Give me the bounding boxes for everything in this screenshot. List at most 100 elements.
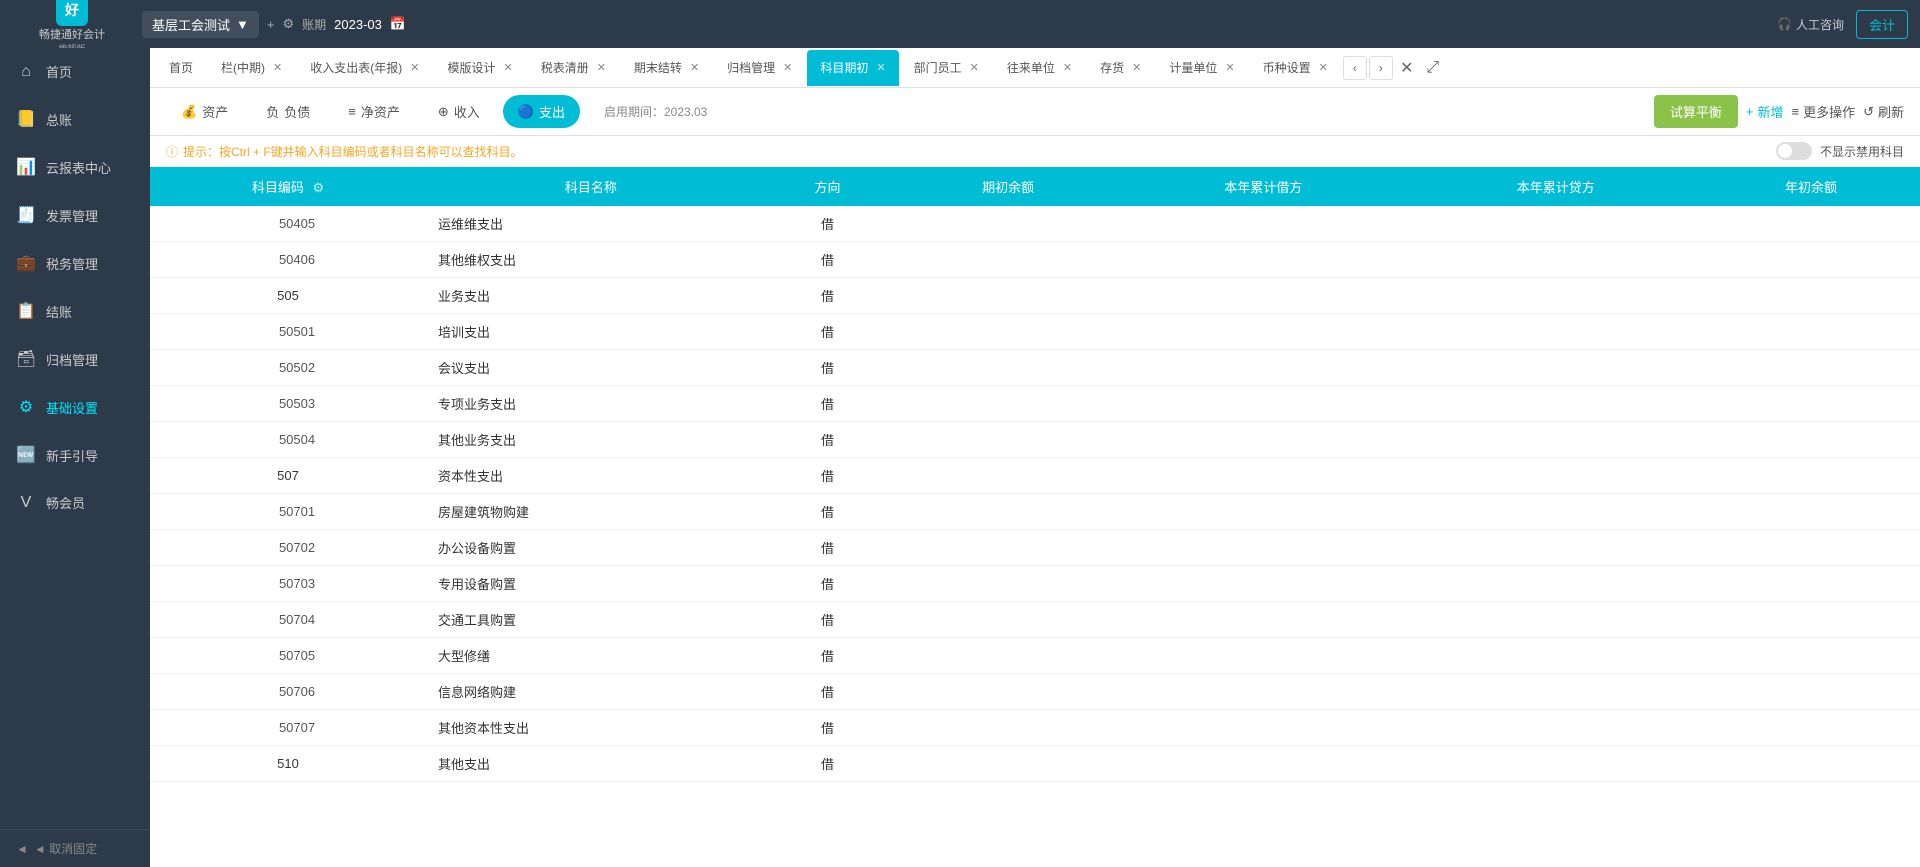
tab-label-period-carry: 期末结转 bbox=[634, 59, 682, 76]
tab-close-period-carry[interactable]: ✕ bbox=[690, 61, 699, 74]
headset-icon: 🎧 bbox=[1777, 17, 1792, 31]
sub-tab-asset[interactable]: 💰 资产 bbox=[166, 95, 243, 128]
tab-close-all-button[interactable]: ✕ bbox=[1395, 56, 1419, 80]
sidebar-item-settings[interactable]: ⚙ 基础设置 bbox=[0, 383, 150, 431]
table-row[interactable]: 50703专用设备购置借 bbox=[150, 566, 1920, 602]
expense-icon: 🔵 bbox=[518, 104, 534, 120]
add-button[interactable]: + 新增 bbox=[1746, 102, 1784, 121]
tab-inventory[interactable]: 存货 ✕ bbox=[1087, 50, 1154, 86]
sub-tab-net-asset[interactable]: ≡ 净资产 bbox=[333, 95, 415, 128]
period-label: 账期 bbox=[302, 16, 326, 33]
tab-close-midterm[interactable]: ✕ bbox=[273, 61, 282, 74]
table-row[interactable]: 50706信息网络购建借 bbox=[150, 674, 1920, 710]
sidebar-item-checkout[interactable]: 📋 结账 bbox=[0, 287, 150, 335]
cell-year-opening bbox=[1702, 674, 1920, 710]
cell-ytd-debit bbox=[1117, 602, 1409, 638]
tab-expand-button[interactable]: ⤢ bbox=[1421, 56, 1445, 80]
col-settings-icon[interactable]: ⚙ bbox=[313, 180, 325, 196]
sub-tab-liability[interactable]: 负 负债 bbox=[251, 95, 325, 128]
tab-close-subject-init[interactable]: ✕ bbox=[876, 61, 885, 74]
tab-close-unit[interactable]: ✕ bbox=[1225, 61, 1234, 74]
cell-code: 505 bbox=[150, 278, 426, 314]
home-icon: ⌂ bbox=[16, 63, 36, 81]
tab-close-template[interactable]: ✕ bbox=[503, 61, 512, 74]
tab-tax-form[interactable]: 税表清册 ✕ bbox=[528, 50, 619, 86]
cell-ytd-credit bbox=[1410, 278, 1702, 314]
tab-annual-report[interactable]: 收入支出表(年报) ✕ bbox=[297, 50, 432, 86]
calc-balance-button[interactable]: 试算平衡 bbox=[1654, 95, 1738, 128]
refresh-button[interactable]: ↺ 刷新 bbox=[1863, 102, 1904, 121]
tab-period-carry[interactable]: 期末结转 ✕ bbox=[621, 50, 712, 86]
cell-opening-balance bbox=[899, 638, 1117, 674]
cell-year-opening bbox=[1702, 530, 1920, 566]
net-asset-icon: ≡ bbox=[348, 104, 356, 119]
tab-close-tax-form[interactable]: ✕ bbox=[597, 61, 606, 74]
table-row[interactable]: 50503专项业务支出借 bbox=[150, 386, 1920, 422]
table-row[interactable]: 507资本性支出借 bbox=[150, 458, 1920, 494]
table-row[interactable]: 510其他支出借 bbox=[150, 746, 1920, 782]
tab-currency[interactable]: 币种设置 ✕ bbox=[1250, 50, 1341, 86]
tab-unit[interactable]: 计量单位 ✕ bbox=[1156, 50, 1247, 86]
add-project-icon[interactable]: + bbox=[267, 17, 275, 32]
tab-close-dept-staff[interactable]: ✕ bbox=[970, 61, 979, 74]
sidebar-item-archive[interactable]: 🗃 归档管理 bbox=[0, 335, 150, 383]
tab-label-subject-init: 科目期初 bbox=[820, 59, 868, 76]
tab-template[interactable]: 模版设计 ✕ bbox=[434, 50, 525, 86]
table-row[interactable]: 50701房屋建筑物购建借 bbox=[150, 494, 1920, 530]
sidebar: ⌂ 首页 📒 总账 📊 云报表中心 🧾 发票管理 💼 税务管理 📋 结账 🗃 归… bbox=[0, 48, 150, 867]
tab-nav-prev[interactable]: ‹ bbox=[1343, 56, 1367, 80]
more-actions-button[interactable]: ≡ 更多操作 bbox=[1791, 102, 1855, 121]
table-row[interactable]: 50405运维维支出借 bbox=[150, 206, 1920, 242]
sidebar-item-tax[interactable]: 💼 税务管理 bbox=[0, 239, 150, 287]
support-button[interactable]: 🎧 人工咨询 bbox=[1777, 16, 1844, 33]
sidebar-item-guide[interactable]: 🆕 新手引导 bbox=[0, 431, 150, 479]
sidebar-item-invoice[interactable]: 🧾 发票管理 bbox=[0, 191, 150, 239]
sidebar-item-home[interactable]: ⌂ 首页 bbox=[0, 48, 150, 95]
account-button[interactable]: 会计 bbox=[1856, 10, 1908, 39]
toggle-area[interactable]: 不显示禁用科目 bbox=[1776, 142, 1904, 160]
tab-close-archive[interactable]: ✕ bbox=[783, 61, 792, 74]
tab-close-annual-report[interactable]: ✕ bbox=[410, 61, 419, 74]
table-row[interactable]: 50707其他资本性支出借 bbox=[150, 710, 1920, 746]
project-selector[interactable]: 基层工会测试 ▼ bbox=[142, 11, 259, 38]
tab-subject-init[interactable]: 科目期初 ✕ bbox=[807, 50, 898, 86]
sidebar-item-report[interactable]: 📊 云报表中心 bbox=[0, 143, 150, 191]
tab-close-inventory[interactable]: ✕ bbox=[1132, 61, 1141, 74]
cell-year-opening bbox=[1702, 206, 1920, 242]
table-row[interactable]: 50704交通工具购置借 bbox=[150, 602, 1920, 638]
cell-code: 50704 bbox=[150, 602, 426, 638]
tab-home[interactable]: 首页 bbox=[156, 50, 206, 86]
tab-midterm[interactable]: 栏(中期) ✕ bbox=[208, 50, 295, 86]
col-opening-balance: 期初余额 bbox=[899, 167, 1117, 206]
tab-nav-next[interactable]: › bbox=[1369, 56, 1393, 80]
sub-tab-expense[interactable]: 🔵 支出 bbox=[503, 95, 580, 128]
table-row[interactable]: 50702办公设备购置借 bbox=[150, 530, 1920, 566]
settings-icon[interactable]: ⚙ bbox=[282, 16, 294, 32]
tab-partner[interactable]: 往来单位 ✕ bbox=[994, 50, 1085, 86]
action-area: 试算平衡 + 新增 ≡ 更多操作 ↺ 刷新 bbox=[1654, 95, 1904, 128]
sidebar-item-member[interactable]: V 畅会员 bbox=[0, 479, 150, 526]
calendar-icon[interactable]: 📅 bbox=[390, 16, 406, 32]
sub-tab-label-expense: 支出 bbox=[539, 102, 565, 121]
table-row[interactable]: 50406其他维权支出借 bbox=[150, 242, 1920, 278]
cell-code: 50406 bbox=[150, 242, 426, 278]
add-label: 新增 bbox=[1757, 102, 1783, 121]
sub-tab-income[interactable]: ⊕ 收入 bbox=[423, 95, 495, 128]
support-label: 人工咨询 bbox=[1796, 16, 1844, 33]
sidebar-collapse-button[interactable]: ◄ ◄ 取消固定 bbox=[0, 829, 150, 867]
tab-dept-staff[interactable]: 部门员工 ✕ bbox=[901, 50, 992, 86]
tab-close-currency[interactable]: ✕ bbox=[1319, 61, 1328, 74]
table-row[interactable]: 505业务支出借 bbox=[150, 278, 1920, 314]
disabled-subject-toggle[interactable] bbox=[1776, 142, 1812, 160]
tab-archive[interactable]: 归档管理 ✕ bbox=[714, 50, 805, 86]
cell-opening-balance bbox=[899, 602, 1117, 638]
cell-ytd-credit bbox=[1410, 422, 1702, 458]
cell-code: 50701 bbox=[150, 494, 426, 530]
table-row[interactable]: 50705大型修缮借 bbox=[150, 638, 1920, 674]
table-row[interactable]: 50502会议支出借 bbox=[150, 350, 1920, 386]
table-row[interactable]: 50504其他业务支出借 bbox=[150, 422, 1920, 458]
tab-close-partner[interactable]: ✕ bbox=[1063, 61, 1072, 74]
sidebar-item-ledger[interactable]: 📒 总账 bbox=[0, 95, 150, 143]
table-row[interactable]: 50501培训支出借 bbox=[150, 314, 1920, 350]
guide-icon: 🆕 bbox=[16, 445, 36, 465]
